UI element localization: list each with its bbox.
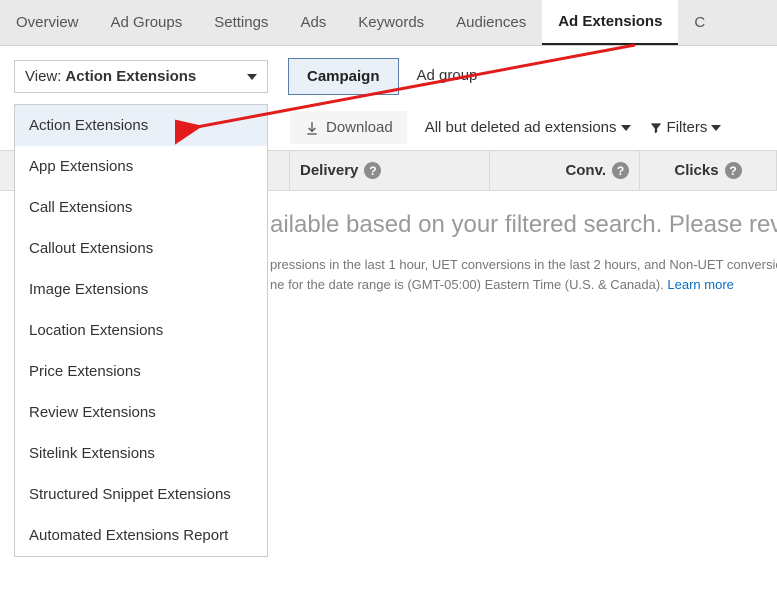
note-line2: ne for the date range is (GMT-05:00) Eas… (270, 277, 667, 292)
empty-state-headline: ailable based on your filtered search. P… (270, 211, 777, 239)
download-label: Download (326, 119, 393, 136)
tab-ads[interactable]: Ads (284, 0, 342, 45)
chevron-down-icon (247, 74, 257, 80)
view-prefix: View: (25, 68, 61, 85)
view-selected: Action Extensions (65, 68, 196, 85)
help-icon[interactable]: ? (725, 162, 742, 179)
main-tab-bar: Overview Ad Groups Settings Ads Keywords… (0, 0, 777, 46)
learn-more-link[interactable]: Learn more (667, 277, 733, 292)
empty-state-note: pressions in the last 1 hour, UET conver… (270, 255, 777, 294)
th-conv[interactable]: Conv. ? (490, 151, 640, 190)
download-button[interactable]: Download (290, 111, 407, 144)
note-line1: pressions in the last 1 hour, UET conver… (270, 257, 777, 272)
th-clicks-label: Clicks (674, 162, 718, 179)
filter-scope-label: All but deleted ad extensions (425, 119, 617, 136)
filters-label: Filters (667, 119, 708, 136)
filter-scope-dropdown[interactable]: All but deleted ad extensions (425, 119, 631, 136)
dd-callout-extensions[interactable]: Callout Extensions (15, 228, 267, 269)
dd-call-extensions[interactable]: Call Extensions (15, 187, 267, 228)
dd-price-extensions[interactable]: Price Extensions (15, 351, 267, 392)
tab-audiences[interactable]: Audiences (440, 0, 542, 45)
controls-row: View: Action Extensions Campaign Ad grou… (0, 46, 777, 101)
dd-review-extensions[interactable]: Review Extensions (15, 392, 267, 433)
help-icon[interactable]: ? (364, 162, 381, 179)
view-dropdown-panel: Action Extensions App Extensions Call Ex… (14, 104, 268, 557)
help-icon[interactable]: ? (612, 162, 629, 179)
tab-ad-groups[interactable]: Ad Groups (95, 0, 199, 45)
tab-ad-extensions[interactable]: Ad Extensions (542, 0, 678, 45)
th-delivery[interactable]: Delivery ? (290, 151, 490, 190)
scope-toggle: Campaign Ad group (288, 58, 495, 95)
tab-settings[interactable]: Settings (198, 0, 284, 45)
tab-keywords[interactable]: Keywords (342, 0, 440, 45)
dd-app-extensions[interactable]: App Extensions (15, 146, 267, 187)
th-clicks[interactable]: Clicks ? (640, 151, 777, 190)
filters-button[interactable]: Filters (649, 119, 722, 136)
dd-automated-extensions-report[interactable]: Automated Extensions Report (15, 515, 267, 556)
th-delivery-label: Delivery (300, 162, 358, 179)
dd-structured-snippet-extensions[interactable]: Structured Snippet Extensions (15, 474, 267, 515)
scope-campaign[interactable]: Campaign (288, 58, 399, 95)
chevron-down-icon (621, 125, 631, 131)
chevron-down-icon (711, 125, 721, 131)
tab-overflow[interactable]: C (678, 0, 710, 45)
view-dropdown[interactable]: View: Action Extensions (14, 60, 268, 93)
filter-icon (649, 121, 663, 135)
download-icon (304, 120, 320, 136)
tab-overview[interactable]: Overview (0, 0, 95, 45)
dd-location-extensions[interactable]: Location Extensions (15, 310, 267, 351)
dd-image-extensions[interactable]: Image Extensions (15, 269, 267, 310)
dd-action-extensions[interactable]: Action Extensions (15, 105, 267, 146)
th-conv-label: Conv. (565, 162, 606, 179)
dd-sitelink-extensions[interactable]: Sitelink Extensions (15, 433, 267, 474)
scope-adgroup[interactable]: Ad group (399, 58, 496, 95)
